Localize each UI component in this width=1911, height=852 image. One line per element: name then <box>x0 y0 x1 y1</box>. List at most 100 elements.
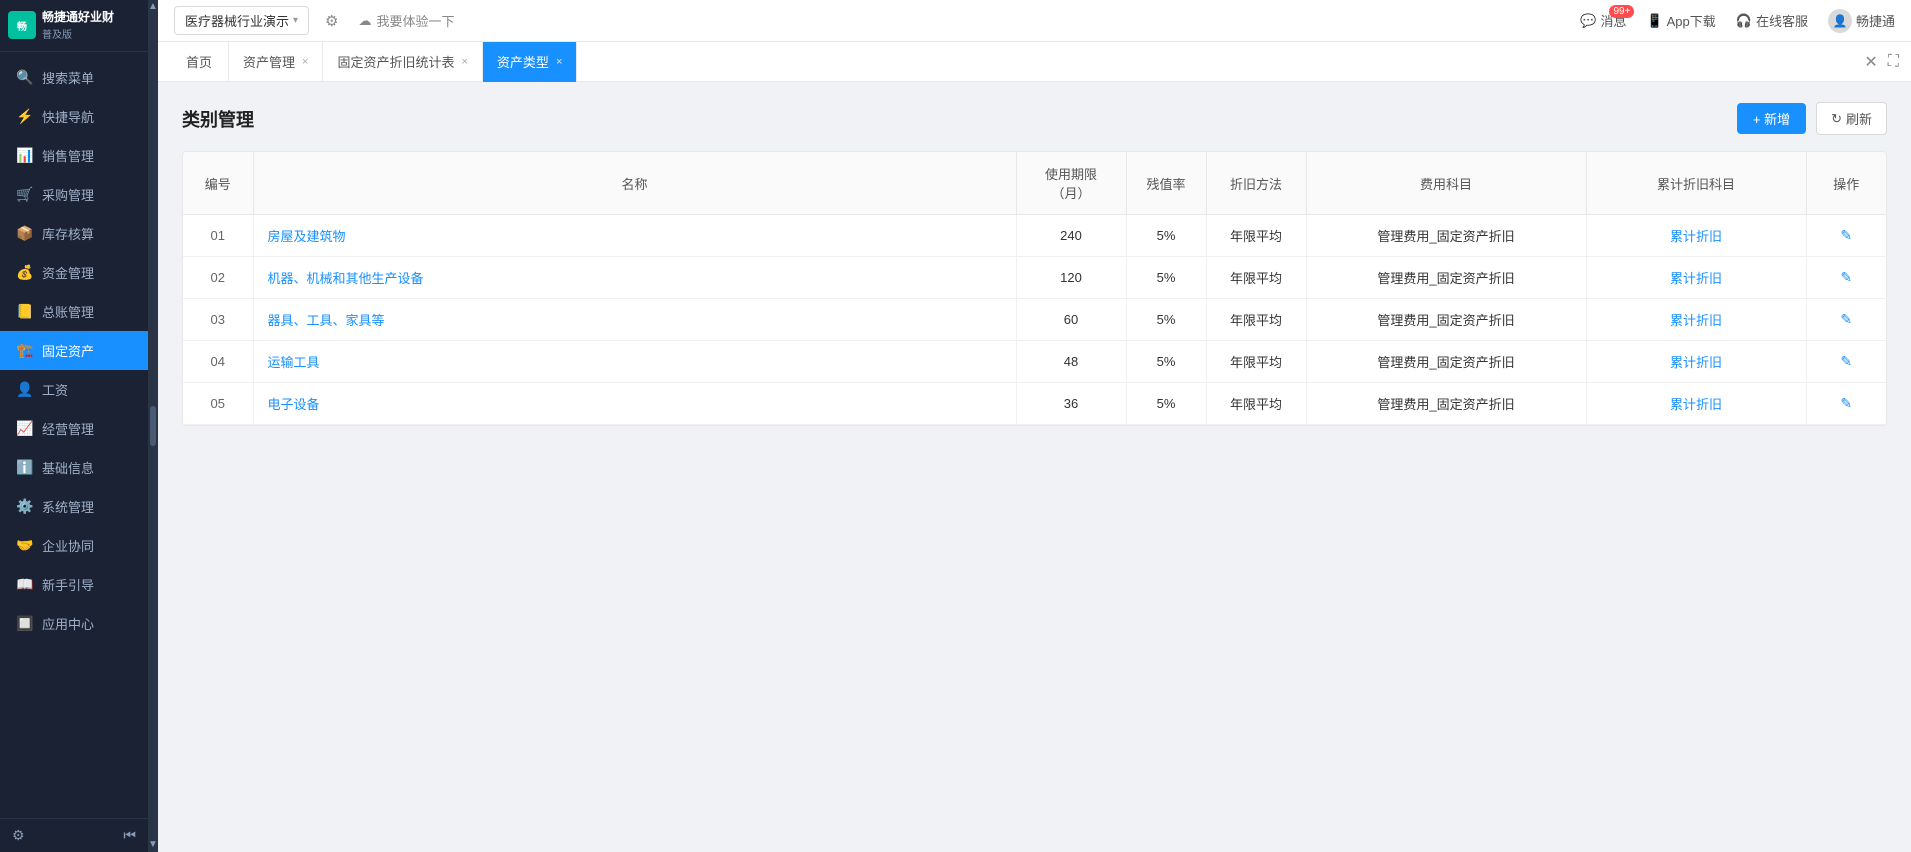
cell-name-1: 机器、机械和其他生产设备 <box>253 257 1016 299</box>
nav-label-14: 应用中心 <box>42 614 94 633</box>
sidebar-header: 畅 畅捷通好业财 普及版 <box>0 0 148 52</box>
header-actions: + 新增 ↻ 刷新 <box>1737 102 1887 135</box>
messages-button[interactable]: 💬 消息 99+ <box>1580 11 1626 30</box>
sidebar-nav: 🔍 搜索菜单 ⚡ 快捷导航 📊 销售管理 🛒采购管理📦库存核算💰资金管理📒总账管理🏗️固定资… <box>0 52 148 818</box>
cell-action-0[interactable]: ✎ <box>1806 215 1886 257</box>
sidebar-item-5[interactable]: 💰资金管理 <box>0 253 148 292</box>
nav-label-9: 经营管理 <box>42 419 94 438</box>
nav-label-2: 销售管理 <box>42 146 94 165</box>
sidebar-item-2[interactable]: 📊 销售管理 <box>0 136 148 175</box>
nav-icon-0: 🔍 <box>16 68 34 86</box>
cell-residual-0: 5% <box>1126 215 1206 257</box>
avatar: 👤 <box>1828 9 1852 33</box>
sidebar-item-7[interactable]: 🏗️固定资产 <box>0 331 148 370</box>
nav-label-8: 工资 <box>42 380 68 399</box>
cell-action-4[interactable]: ✎ <box>1806 383 1886 425</box>
cell-name-2: 器具、工具、家具等 <box>253 299 1016 341</box>
company-name: 医疗器械行业演示 <box>185 11 289 30</box>
settings-icon[interactable]: ⚙ <box>12 827 25 844</box>
edit-icon-3[interactable]: ✎ <box>1840 353 1852 369</box>
cell-accum-1: 累计折旧 <box>1586 257 1806 299</box>
company-selector[interactable]: 医疗器械行业演示 ▾ <box>174 6 309 35</box>
tab-expand-icon[interactable]: ⛶ <box>1888 53 1899 71</box>
data-table: 编号 名称 使用期限（月） 残值率 折旧方法 费用科目 累计折旧科目 操作 01… <box>182 151 1887 426</box>
customer-service-button[interactable]: 🎧 在线客服 <box>1736 11 1808 30</box>
selector-arrow-icon: ▾ <box>293 15 298 26</box>
cell-expense-4: 管理费用_固定资产折旧 <box>1306 383 1586 425</box>
nav-label-0: 搜索菜单 <box>42 68 94 87</box>
cell-action-1[interactable]: ✎ <box>1806 257 1886 299</box>
experience-button[interactable]: ☁ 我要体验一下 <box>359 11 455 30</box>
cell-expense-0: 管理费用_固定资产折旧 <box>1306 215 1586 257</box>
edit-icon-1[interactable]: ✎ <box>1840 269 1852 285</box>
col-header-residual: 残值率 <box>1126 152 1206 215</box>
edit-icon-2[interactable]: ✎ <box>1840 311 1852 327</box>
gear-icon[interactable]: ⚙ <box>325 12 338 30</box>
sidebar-item-12[interactable]: 🤝企业协同 <box>0 526 148 565</box>
main-area: 医疗器械行业演示 ▾ ⚙ ☁ 我要体验一下 💬 消息 99+ 📱 App下载 🎧… <box>158 0 1911 852</box>
nav-icon-2: 📊 <box>16 146 34 164</box>
user-profile-button[interactable]: 👤 畅捷通 <box>1828 9 1895 33</box>
nav-label-1: 快捷导航 <box>42 107 94 126</box>
tabbar-actions: ✕ ⛶ <box>1864 52 1899 72</box>
cell-accum-3: 累计折旧 <box>1586 341 1806 383</box>
table-body: 01房屋及建筑物2405%年限平均管理费用_固定资产折旧累计折旧✎02机器、机械… <box>183 215 1886 425</box>
edit-icon-4[interactable]: ✎ <box>1840 395 1852 411</box>
col-header-method: 折旧方法 <box>1206 152 1306 215</box>
cell-expense-3: 管理费用_固定资产折旧 <box>1306 341 1586 383</box>
sidebar-item-3[interactable]: 🛒采购管理 <box>0 175 148 214</box>
table-row: 02机器、机械和其他生产设备1205%年限平均管理费用_固定资产折旧累计折旧✎ <box>183 257 1886 299</box>
sidebar-item-8[interactable]: 👤 工资 <box>0 370 148 409</box>
collapse-icon[interactable]: ⏮ <box>123 827 136 844</box>
tab-asset-management[interactable]: 资产管理 × <box>229 42 323 82</box>
table-row: 01房屋及建筑物2405%年限平均管理费用_固定资产折旧累计折旧✎ <box>183 215 1886 257</box>
cell-months-4: 36 <box>1016 383 1126 425</box>
app-logo: 畅 <box>8 11 36 39</box>
message-icon: 💬 <box>1580 13 1596 29</box>
tab-close-depreciation-stats[interactable]: × <box>461 56 467 68</box>
sidebar-item-4[interactable]: 📦库存核算 <box>0 214 148 253</box>
tab-close-asset-type[interactable]: × <box>556 56 562 68</box>
scroll-up-arrow[interactable]: ▲ <box>148 2 158 12</box>
cell-residual-2: 5% <box>1126 299 1206 341</box>
table-header: 编号 名称 使用期限（月） 残值率 折旧方法 费用科目 累计折旧科目 操作 <box>183 152 1886 215</box>
nav-label-6: 总账管理 <box>42 302 94 321</box>
col-header-action: 操作 <box>1806 152 1886 215</box>
sidebar-item-1[interactable]: ⚡ 快捷导航 <box>0 97 148 136</box>
cell-action-3[interactable]: ✎ <box>1806 341 1886 383</box>
sidebar-item-10[interactable]: ℹ️基础信息 <box>0 448 148 487</box>
tab-depreciation-stats[interactable]: 固定资产折旧统计表 × <box>323 42 482 82</box>
sidebar-item-11[interactable]: ⚙️系统管理 <box>0 487 148 526</box>
nav-icon-4: 📦 <box>16 224 34 242</box>
tab-close-current-icon[interactable]: ✕ <box>1864 52 1877 72</box>
cell-method-0: 年限平均 <box>1206 215 1306 257</box>
scrollbar-thumb[interactable] <box>150 406 156 446</box>
tab-asset-type[interactable]: 资产类型 × <box>483 42 577 82</box>
sidebar-item-6[interactable]: 📒总账管理 <box>0 292 148 331</box>
nav-icon-1: ⚡ <box>16 107 34 125</box>
header-row: 编号 名称 使用期限（月） 残值率 折旧方法 费用科目 累计折旧科目 操作 <box>183 152 1886 215</box>
sidebar-item-13[interactable]: 📖新手引导 <box>0 565 148 604</box>
nav-icon-7: 🏗️ <box>16 341 34 359</box>
scroll-down-arrow[interactable]: ▼ <box>148 840 158 850</box>
new-button[interactable]: + 新增 <box>1737 103 1806 134</box>
topbar-right: 💬 消息 99+ 📱 App下载 🎧 在线客服 👤 畅捷通 <box>1580 9 1895 33</box>
cell-action-2[interactable]: ✎ <box>1806 299 1886 341</box>
tab-home[interactable]: 首页 <box>170 42 229 82</box>
tab-close-asset-management[interactable]: × <box>302 56 308 68</box>
sidebar-item-9[interactable]: 📈经营管理 <box>0 409 148 448</box>
sidebar-scrollbar[interactable]: ▲ ▼ <box>148 0 158 852</box>
nav-icon-14: 🔲 <box>16 614 34 632</box>
col-header-name: 名称 <box>253 152 1016 215</box>
sidebar-item-14[interactable]: 🔲 应用中心 <box>0 604 148 643</box>
messages-badge: 99+ <box>1609 5 1634 18</box>
cell-id-4: 05 <box>183 383 253 425</box>
cell-id-3: 04 <box>183 341 253 383</box>
refresh-button[interactable]: ↻ 刷新 <box>1816 102 1887 135</box>
edit-icon-0[interactable]: ✎ <box>1840 227 1852 243</box>
app-download-button[interactable]: 📱 App下载 <box>1646 11 1715 30</box>
cell-id-2: 03 <box>183 299 253 341</box>
nav-icon-8: 👤 <box>16 380 34 398</box>
nav-icon-11: ⚙️ <box>16 497 34 515</box>
sidebar-item-0[interactable]: 🔍 搜索菜单 <box>0 58 148 97</box>
